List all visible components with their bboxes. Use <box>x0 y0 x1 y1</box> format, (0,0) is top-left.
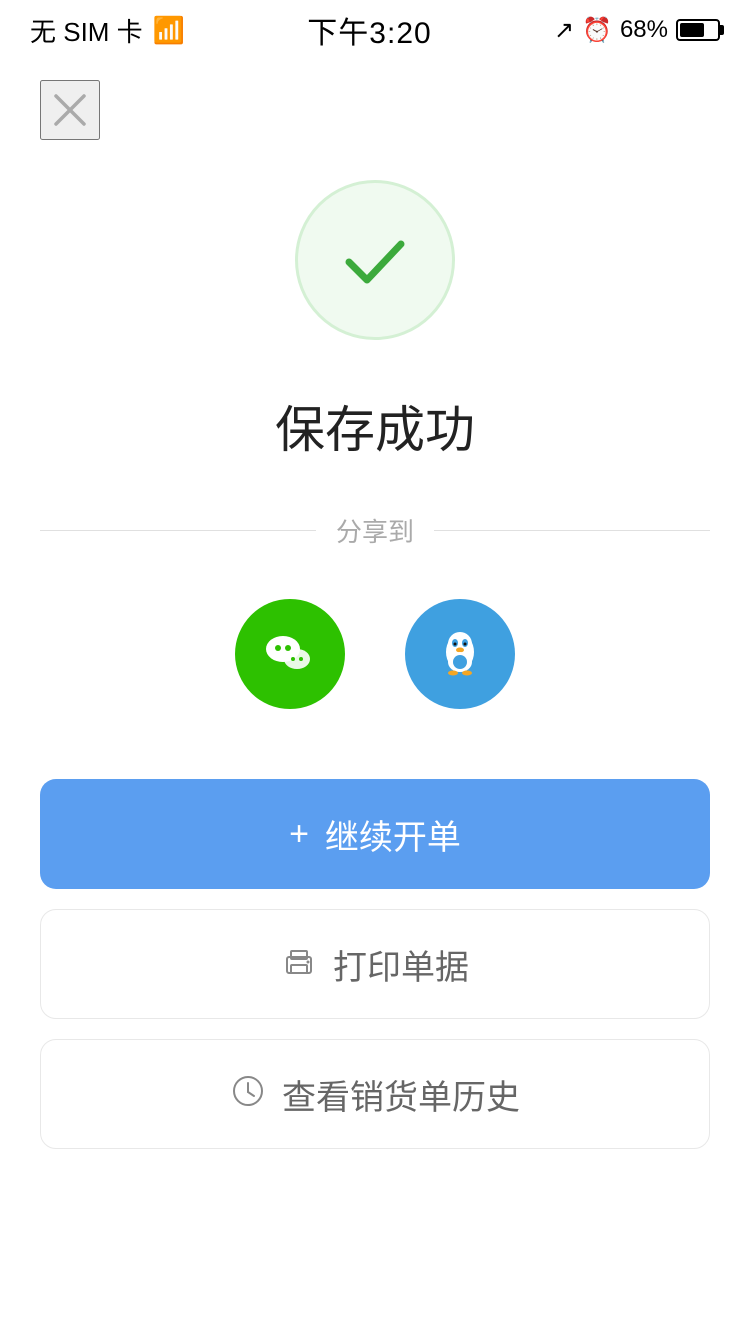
share-icons <box>235 599 515 709</box>
alarm-icon: ⏰ <box>582 16 612 45</box>
clock-icon <box>230 1073 266 1115</box>
location-icon: ↗ <box>554 16 574 45</box>
print-label: 打印单据 <box>333 940 469 989</box>
success-title: 保存成功 <box>275 390 475 462</box>
wechat-icon <box>259 623 321 685</box>
close-icon <box>52 92 88 128</box>
print-button[interactable]: 打印单据 <box>40 909 710 1019</box>
checkmark-icon <box>335 220 415 300</box>
success-circle <box>295 180 455 340</box>
status-right: ↗ ⏰ 68% <box>554 16 720 45</box>
time-label: 下午3:20 <box>307 8 431 52</box>
history-button[interactable]: 查看销货单历史 <box>40 1039 710 1149</box>
continue-order-label: 继续开单 <box>325 810 461 859</box>
divider-left <box>40 530 316 531</box>
carrier-label: 无 SIM 卡 <box>30 12 143 49</box>
qq-icon <box>428 622 492 686</box>
wechat-share-button[interactable] <box>235 599 345 709</box>
status-bar: 无 SIM 卡 📶 下午3:20 ↗ ⏰ 68% <box>0 0 750 60</box>
main-content: 保存成功 分享到 <box>0 60 750 1334</box>
battery-icon <box>676 19 720 41</box>
qq-share-button[interactable] <box>405 599 515 709</box>
wifi-icon: 📶 <box>153 15 185 46</box>
close-button[interactable] <box>40 80 100 140</box>
plus-icon: + <box>289 817 309 851</box>
battery-percent: 68% <box>620 16 668 44</box>
status-left: 无 SIM 卡 📶 <box>30 12 185 49</box>
divider-right <box>434 530 710 531</box>
share-divider: 分享到 <box>40 512 710 549</box>
share-label: 分享到 <box>336 512 414 549</box>
continue-order-button[interactable]: + 继续开单 <box>40 779 710 889</box>
printer-icon <box>281 943 317 985</box>
action-buttons: + 继续开单 打印单据 <box>40 779 710 1149</box>
history-label: 查看销货单历史 <box>282 1070 520 1119</box>
